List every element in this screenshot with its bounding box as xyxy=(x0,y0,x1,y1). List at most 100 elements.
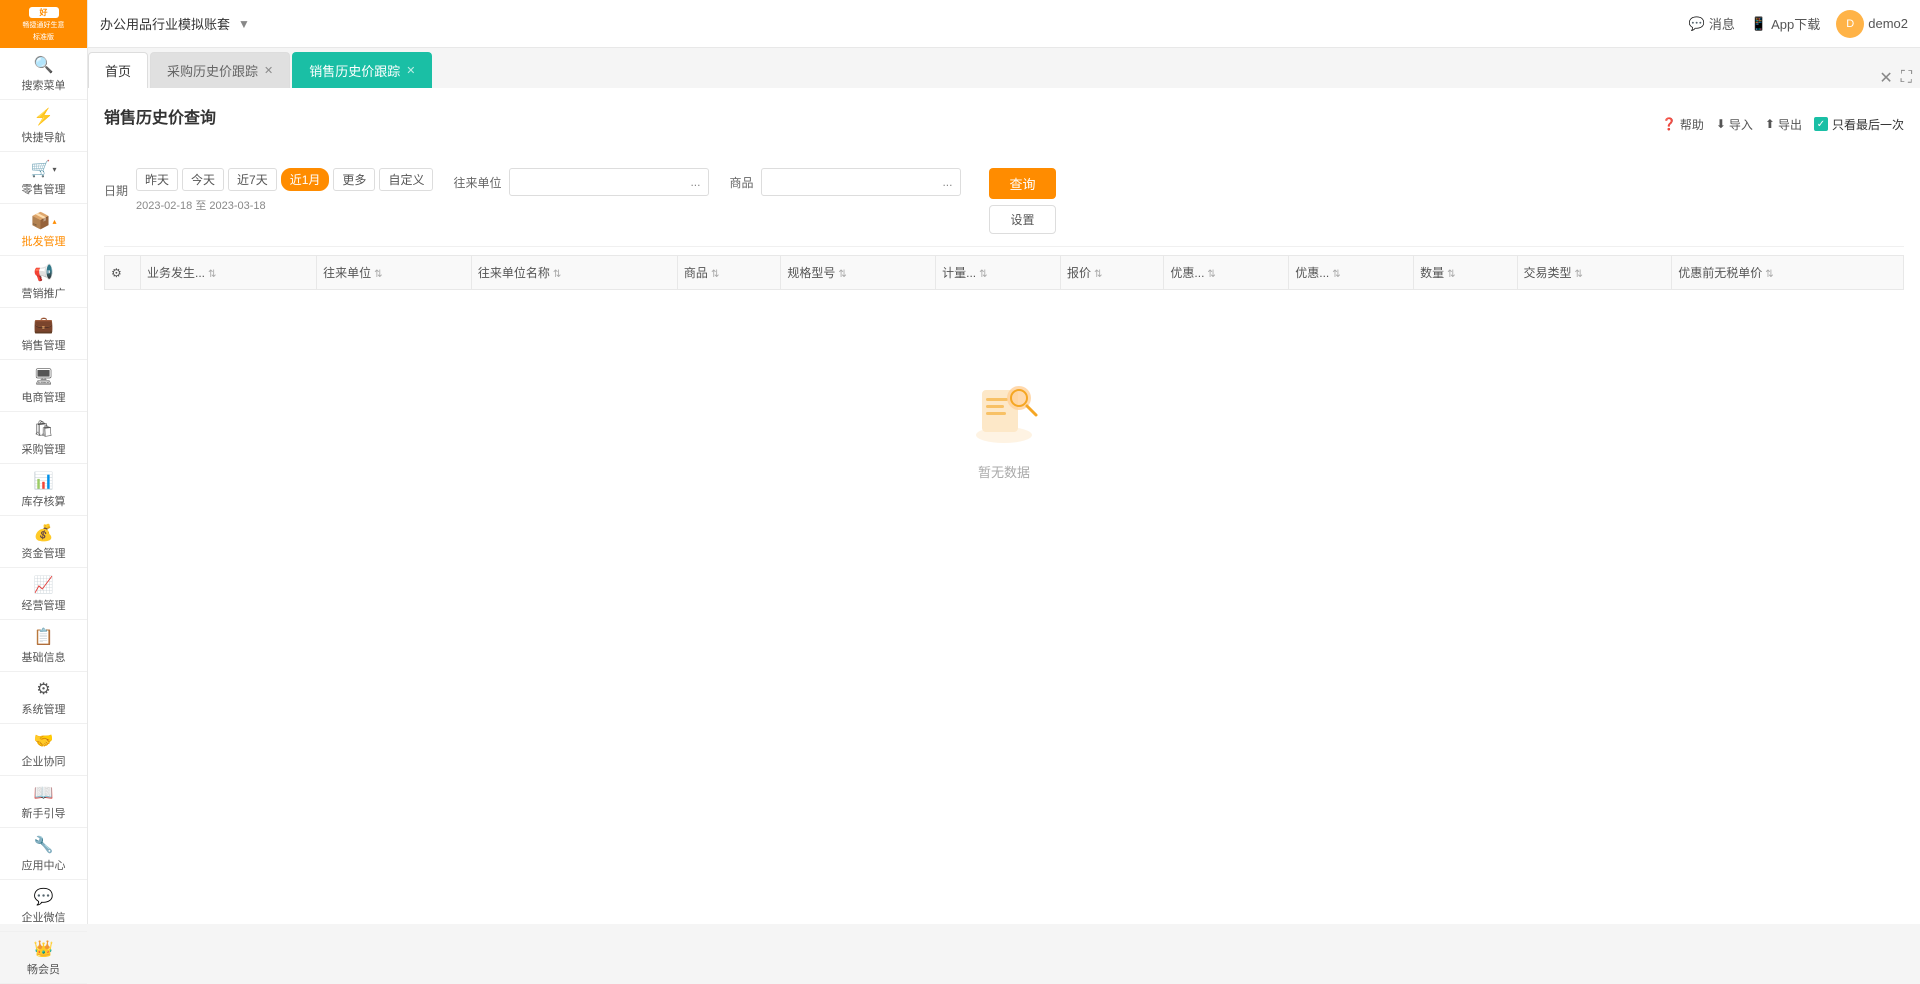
sidebar-item-9[interactable]: 💰 资金管理 xyxy=(0,516,87,568)
tab-purchase-close[interactable]: ✕ xyxy=(264,64,273,77)
sort-arrow-pretax_price: ⇅ xyxy=(1765,269,1773,280)
sidebar-label-6: 电商管理 xyxy=(22,389,66,405)
col-discount2[interactable]: 优惠...⇅ xyxy=(1289,256,1414,290)
col-discount1[interactable]: 优惠...⇅ xyxy=(1164,256,1289,290)
col-label-pretax_price: 优惠前无税单价 xyxy=(1678,266,1762,280)
col-partner_code[interactable]: 往来单位⇅ xyxy=(317,256,472,290)
help-icon: ❓ xyxy=(1662,117,1677,131)
sidebar-icon-9: 💰 xyxy=(34,523,54,543)
setting-button[interactable]: 设置 xyxy=(989,205,1055,234)
sidebar-icon-6: 🖥 xyxy=(33,367,53,387)
sort-arrow-unit: ⇅ xyxy=(979,269,987,280)
user-label: demo2 xyxy=(1868,16,1908,31)
date-btn-今天[interactable]: 今天 xyxy=(182,168,224,191)
sidebar-item-10[interactable]: 📈 经营管理 xyxy=(0,568,87,620)
sidebar-icon-3: 📦 xyxy=(31,211,51,231)
col-spec[interactable]: 规格型号⇅ xyxy=(781,256,936,290)
col-label-partner_name: 往来单位名称 xyxy=(478,266,550,280)
date-btns: 昨天今天近7天近1月更多自定义 xyxy=(136,168,433,191)
export-label: 导出 xyxy=(1778,116,1802,133)
sidebar-item-11[interactable]: 📋 基础信息 xyxy=(0,620,87,672)
data-table: ⚙业务发生...⇅往来单位⇅往来单位名称⇅商品⇅规格型号⇅计量...⇅报价⇅优惠… xyxy=(104,255,1904,290)
sidebar-item-6[interactable]: 🖥 电商管理 xyxy=(0,360,87,412)
sidebar-item-5[interactable]: 💼 销售管理 xyxy=(0,308,87,360)
goods-input[interactable]: ... xyxy=(761,168,961,196)
sidebar-item-8[interactable]: 📊 库存核算 xyxy=(0,464,87,516)
date-range-text: 2023-02-18 至 2023-03-18 xyxy=(136,197,433,213)
sidebar-arrow-2: ▾ xyxy=(52,165,56,174)
tab-sales-close[interactable]: ✕ xyxy=(406,64,415,77)
help-action[interactable]: ❓ 帮助 xyxy=(1662,116,1704,133)
export-icon: ⬆ xyxy=(1765,117,1775,131)
col-goods[interactable]: 商品⇅ xyxy=(677,256,780,290)
sidebar-label-11: 基础信息 xyxy=(22,649,66,665)
sidebar-label-3: 批发管理 xyxy=(22,233,66,249)
only-last-label: 只看最后一次 xyxy=(1832,116,1904,133)
sidebar-label-15: 应用中心 xyxy=(22,857,66,873)
empty-icon xyxy=(964,370,1044,450)
tab-home[interactable]: 首页 xyxy=(88,52,148,88)
export-action[interactable]: ⬆ 导出 xyxy=(1765,116,1802,133)
close-tab-btn[interactable]: ✕ xyxy=(1879,68,1892,88)
sidebar-item-14[interactable]: 📖 新手引导 xyxy=(0,776,87,828)
sidebar-icon-4: 📢 xyxy=(34,263,54,283)
col-biz_date[interactable]: 业务发生...⇅ xyxy=(141,256,317,290)
sidebar-item-13[interactable]: 🤝 企业协同 xyxy=(0,724,87,776)
table-settings-col[interactable]: ⚙ xyxy=(105,256,141,290)
sidebar-item-2[interactable]: 🛒 ▾ 零售管理 xyxy=(0,152,87,204)
empty-state: 暂无数据 xyxy=(104,290,1904,561)
tab-sales-history[interactable]: 销售历史价跟踪 ✕ xyxy=(292,52,432,88)
sidebar-item-3[interactable]: 📦 ▴ 批发管理 xyxy=(0,204,87,256)
sidebar-item-7[interactable]: 🛍 采购管理 xyxy=(0,412,87,464)
col-label-goods: 商品 xyxy=(684,266,708,280)
sidebar-item-1[interactable]: ⚡ 快捷导航 xyxy=(0,100,87,152)
tab-purchase-history[interactable]: 采购历史价跟踪 ✕ xyxy=(150,52,290,88)
partner-label: 往来单位 xyxy=(453,174,501,191)
message-action[interactable]: 💬 消息 xyxy=(1689,14,1735,33)
main-area: 办公用品行业模拟账套 ▼ 💬 消息 📱 App下载 D demo2 首页 采购历… xyxy=(88,0,1920,924)
col-partner_name[interactable]: 往来单位名称⇅ xyxy=(471,256,677,290)
help-label: 帮助 xyxy=(1680,116,1704,133)
sidebar-item-15[interactable]: 🔧 应用中心 xyxy=(0,828,87,880)
user-action[interactable]: D demo2 xyxy=(1836,10,1908,38)
sort-arrow-goods: ⇅ xyxy=(711,269,719,280)
content: 销售历史价查询 ❓ 帮助 ⬇ 导入 ⬆ 导出 只看最后一次 xyxy=(88,88,1920,924)
sidebar-label-0: 搜索菜单 xyxy=(22,77,66,93)
sidebar-item-4[interactable]: 📢 营销推广 xyxy=(0,256,87,308)
goods-filter-section: 商品 ... xyxy=(729,168,961,196)
query-button[interactable]: 查询 xyxy=(989,168,1055,199)
date-btn-自定义[interactable]: 自定义 xyxy=(379,168,433,191)
col-trade_type[interactable]: 交易类型⇅ xyxy=(1517,256,1672,290)
sort-arrow-discount2: ⇅ xyxy=(1332,269,1340,280)
sidebar-label-17: 畅会员 xyxy=(27,961,60,977)
date-btn-近1月[interactable]: 近1月 xyxy=(281,168,330,191)
logo-icon: 好 xyxy=(29,7,59,18)
sidebar-icon-0: 🔍 xyxy=(34,55,54,75)
sidebar-icon-8: 📊 xyxy=(34,471,54,491)
sidebar-label-2: 零售管理 xyxy=(22,181,66,197)
col-unit[interactable]: 计量...⇅ xyxy=(936,256,1061,290)
col-pretax_price[interactable]: 优惠前无税单价⇅ xyxy=(1672,256,1904,290)
topbar: 办公用品行业模拟账套 ▼ 💬 消息 📱 App下载 D demo2 xyxy=(88,0,1920,48)
logo: 好 畅捷通好生意 标准版 xyxy=(0,0,87,48)
sidebar-item-17[interactable]: 👑 畅会员 xyxy=(0,932,87,984)
sidebar-item-12[interactable]: ⚙ 系统管理 xyxy=(0,672,87,724)
app-download-action[interactable]: 📱 App下载 xyxy=(1751,14,1820,33)
top-dropdown[interactable]: ▼ xyxy=(238,17,250,31)
sort-arrow-partner_code: ⇅ xyxy=(374,269,382,280)
page-title: 销售历史价查询 xyxy=(104,104,216,128)
sidebar-icon-2: 🛒 xyxy=(31,159,51,179)
import-action[interactable]: ⬇ 导入 xyxy=(1716,116,1753,133)
only-last-checkbox-box xyxy=(1814,117,1828,131)
sidebar-label-7: 采购管理 xyxy=(22,441,66,457)
only-last-checkbox[interactable]: 只看最后一次 xyxy=(1814,116,1904,133)
maximize-tab-btn[interactable]: ⛶ xyxy=(1901,69,1912,87)
col-qty[interactable]: 数量⇅ xyxy=(1414,256,1517,290)
col-quoted_price[interactable]: 报价⇅ xyxy=(1060,256,1163,290)
partner-input[interactable]: ... xyxy=(509,168,709,196)
date-btn-昨天[interactable]: 昨天 xyxy=(136,168,178,191)
date-btn-更多[interactable]: 更多 xyxy=(333,168,375,191)
date-btn-近7天[interactable]: 近7天 xyxy=(228,168,277,191)
sidebar-item-0[interactable]: 🔍 搜索菜单 xyxy=(0,48,87,100)
sidebar-item-16[interactable]: 💬 企业微信 xyxy=(0,880,87,932)
